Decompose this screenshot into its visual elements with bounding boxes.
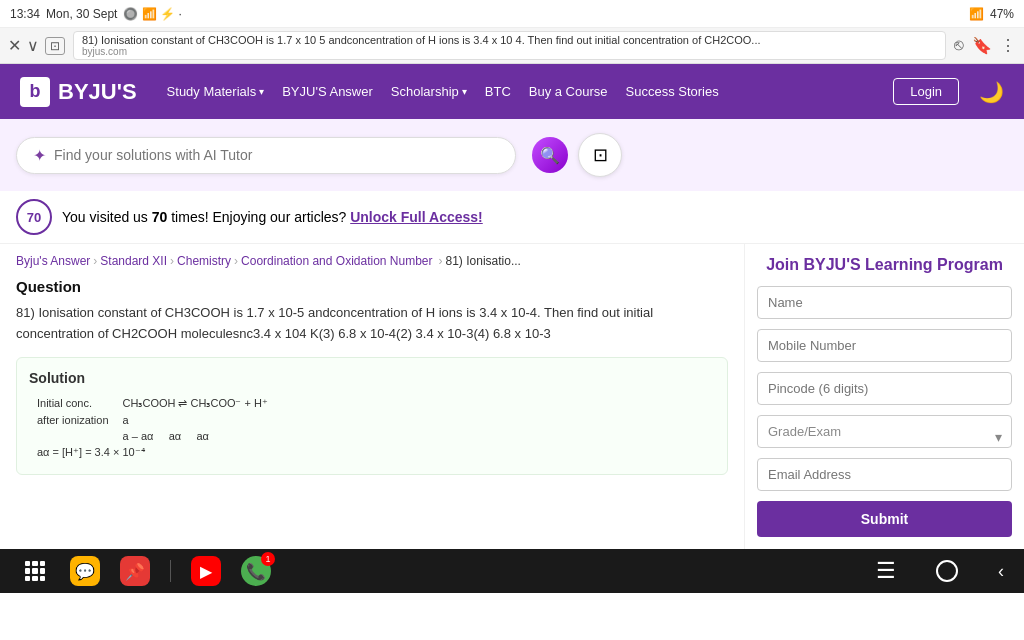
grade-select-wrapper: Grade/Exam [757, 415, 1012, 458]
nav-buy-course[interactable]: Buy a Course [529, 84, 608, 99]
theme-toggle-icon[interactable]: 🌙 [979, 80, 1004, 104]
search-box: ✦ [16, 137, 516, 174]
content-area: Byju's Answer › Standard XII › Chemistry… [0, 244, 1024, 549]
login-button[interactable]: Login [893, 78, 959, 105]
phone-app-icon[interactable]: 📞 1 [241, 556, 271, 586]
question-text: 81) Ionisation constant of CH3COOH is 1.… [16, 303, 728, 345]
pincode-input[interactable] [757, 372, 1012, 405]
status-icons: 🔘 📶 ⚡ · [123, 7, 181, 21]
solution-label: Solution [29, 370, 715, 386]
grade-select[interactable]: Grade/Exam [757, 415, 1012, 448]
logo-text: BYJU'S [58, 79, 137, 105]
mobile-input[interactable] [757, 329, 1012, 362]
nav-scholarship[interactable]: Scholarship ▾ [391, 84, 467, 99]
browser-tab-icon[interactable]: ⊡ [45, 37, 65, 55]
left-panel: Byju's Answer › Standard XII › Chemistry… [0, 244, 744, 549]
visit-text: You visited us 70 times! Enjoying our ar… [62, 209, 483, 225]
search-section: ✦ 🔍 ⊡ [0, 119, 1024, 191]
grid-icon-inner [25, 561, 45, 581]
question-label: Question [16, 278, 728, 295]
breadcrumb-current: 81) Ionisatio... [446, 254, 521, 268]
browser-actions[interactable]: ⎋ 🔖 ⋮ [954, 36, 1016, 55]
browser-domain: byjus.com [82, 46, 937, 57]
nav-links: Study Materials ▾ BYJU'S Answer Scholars… [167, 84, 874, 99]
scan-button[interactable]: ⊡ [578, 133, 622, 177]
solution-table: Initial conc. CH₃COOH ⇌ CH₃COO⁻ + H⁺ aft… [29, 394, 276, 462]
join-form-title: Join BYJU'S Learning Program [757, 256, 1012, 274]
bottom-center-nav: ☰ ‹ [876, 558, 1004, 584]
breadcrumb-byjus-answer[interactable]: Byju's Answer [16, 254, 90, 268]
visit-count-circle: 70 [16, 199, 52, 235]
search-input[interactable] [54, 147, 499, 163]
solution-box: Solution Initial conc. CH₃COOH ⇌ CH₃COO⁻… [16, 357, 728, 475]
right-panel: Join BYJU'S Learning Program Grade/Exam … [744, 244, 1024, 549]
nav-btc[interactable]: BTC [485, 84, 511, 99]
browser-close-icon[interactable]: ✕ [8, 36, 21, 55]
browser-bar: ✕ ∨ ⊡ 81) Ionisation constant of CH3COOH… [0, 28, 1024, 64]
solution-after-label: after ionization [31, 413, 115, 427]
logo[interactable]: b BYJU'S [20, 77, 137, 107]
browser-url-text: 81) Ionisation constant of CH3COOH is 1.… [82, 34, 937, 46]
grid-launcher-icon[interactable] [20, 556, 50, 586]
browser-chevron-down-icon[interactable]: ∨ [27, 36, 39, 55]
status-date: Mon, 30 Sept [46, 7, 117, 21]
status-bar: 13:34 Mon, 30 Sept 🔘 📶 ⚡ · 📶 47% [0, 0, 1024, 28]
solution-conc-values: a – aα aα aα [117, 429, 274, 443]
breadcrumb-coordination[interactable]: Coordination and Oxidation Number [241, 254, 432, 268]
messenger-app-icon[interactable]: 💬 [70, 556, 100, 586]
notification-badge: 1 [261, 552, 275, 566]
visit-text-suffix: times! Enjoying our articles? [171, 209, 346, 225]
solution-result: aα = [H⁺] = 3.4 × 10⁻⁴ [31, 445, 274, 460]
status-time: 13:34 [10, 7, 40, 21]
browser-url-bar[interactable]: 81) Ionisation constant of CH3COOH is 1.… [73, 31, 946, 60]
breadcrumb: Byju's Answer › Standard XII › Chemistry… [16, 254, 728, 268]
search-submit-button[interactable]: 🔍 [532, 137, 568, 173]
breadcrumb-standard-xii[interactable]: Standard XII [100, 254, 167, 268]
red-app-icon[interactable]: 📌 [120, 556, 150, 586]
logo-icon: b [20, 77, 50, 107]
visit-count-text: 70 [152, 209, 168, 225]
solution-empty [31, 429, 115, 443]
nav-success-stories[interactable]: Success Stories [626, 84, 719, 99]
visit-banner: 70 You visited us 70 times! Enjoying our… [0, 191, 1024, 244]
unlock-access-link[interactable]: Unlock Full Access! [350, 209, 483, 225]
android-back-icon[interactable]: ‹ [998, 561, 1004, 582]
youtube-app-icon[interactable]: ▶ [191, 556, 221, 586]
name-input[interactable] [757, 286, 1012, 319]
browser-navigation[interactable]: ✕ ∨ ⊡ [8, 36, 65, 55]
nav-study-materials[interactable]: Study Materials ▾ [167, 84, 265, 99]
bottom-left: 💬 📌 ▶ 📞 1 [20, 556, 271, 586]
solution-content: Initial conc. CH₃COOH ⇌ CH₃COO⁻ + H⁺ aft… [29, 394, 715, 462]
share-icon[interactable]: ⎋ [954, 36, 964, 55]
android-home-icon[interactable] [936, 560, 958, 582]
nav-study-materials-arrow: ▾ [259, 86, 264, 97]
status-battery: 47% [990, 7, 1014, 21]
nav-byjus-answer[interactable]: BYJU'S Answer [282, 84, 373, 99]
email-input[interactable] [757, 458, 1012, 491]
status-signal: 📶 [969, 7, 984, 21]
nav-scholarship-arrow: ▾ [462, 86, 467, 97]
visit-text-prefix: You visited us [62, 209, 152, 225]
android-menu-icon[interactable]: ☰ [876, 558, 896, 584]
divider [170, 560, 171, 582]
solution-row1: a [117, 413, 274, 427]
more-options-icon[interactable]: ⋮ [1000, 36, 1016, 55]
solution-equation: CH₃COOH ⇌ CH₃COO⁻ + H⁺ [117, 396, 274, 411]
submit-button[interactable]: Submit [757, 501, 1012, 537]
navbar: b BYJU'S Study Materials ▾ BYJU'S Answer… [0, 64, 1024, 119]
solution-initial-label: Initial conc. [31, 396, 115, 411]
bookmark-icon[interactable]: 🔖 [972, 36, 992, 55]
bottom-nav: 💬 📌 ▶ 📞 1 ☰ ‹ [0, 549, 1024, 593]
breadcrumb-chemistry[interactable]: Chemistry [177, 254, 231, 268]
ai-tutor-icon: ✦ [33, 146, 46, 165]
